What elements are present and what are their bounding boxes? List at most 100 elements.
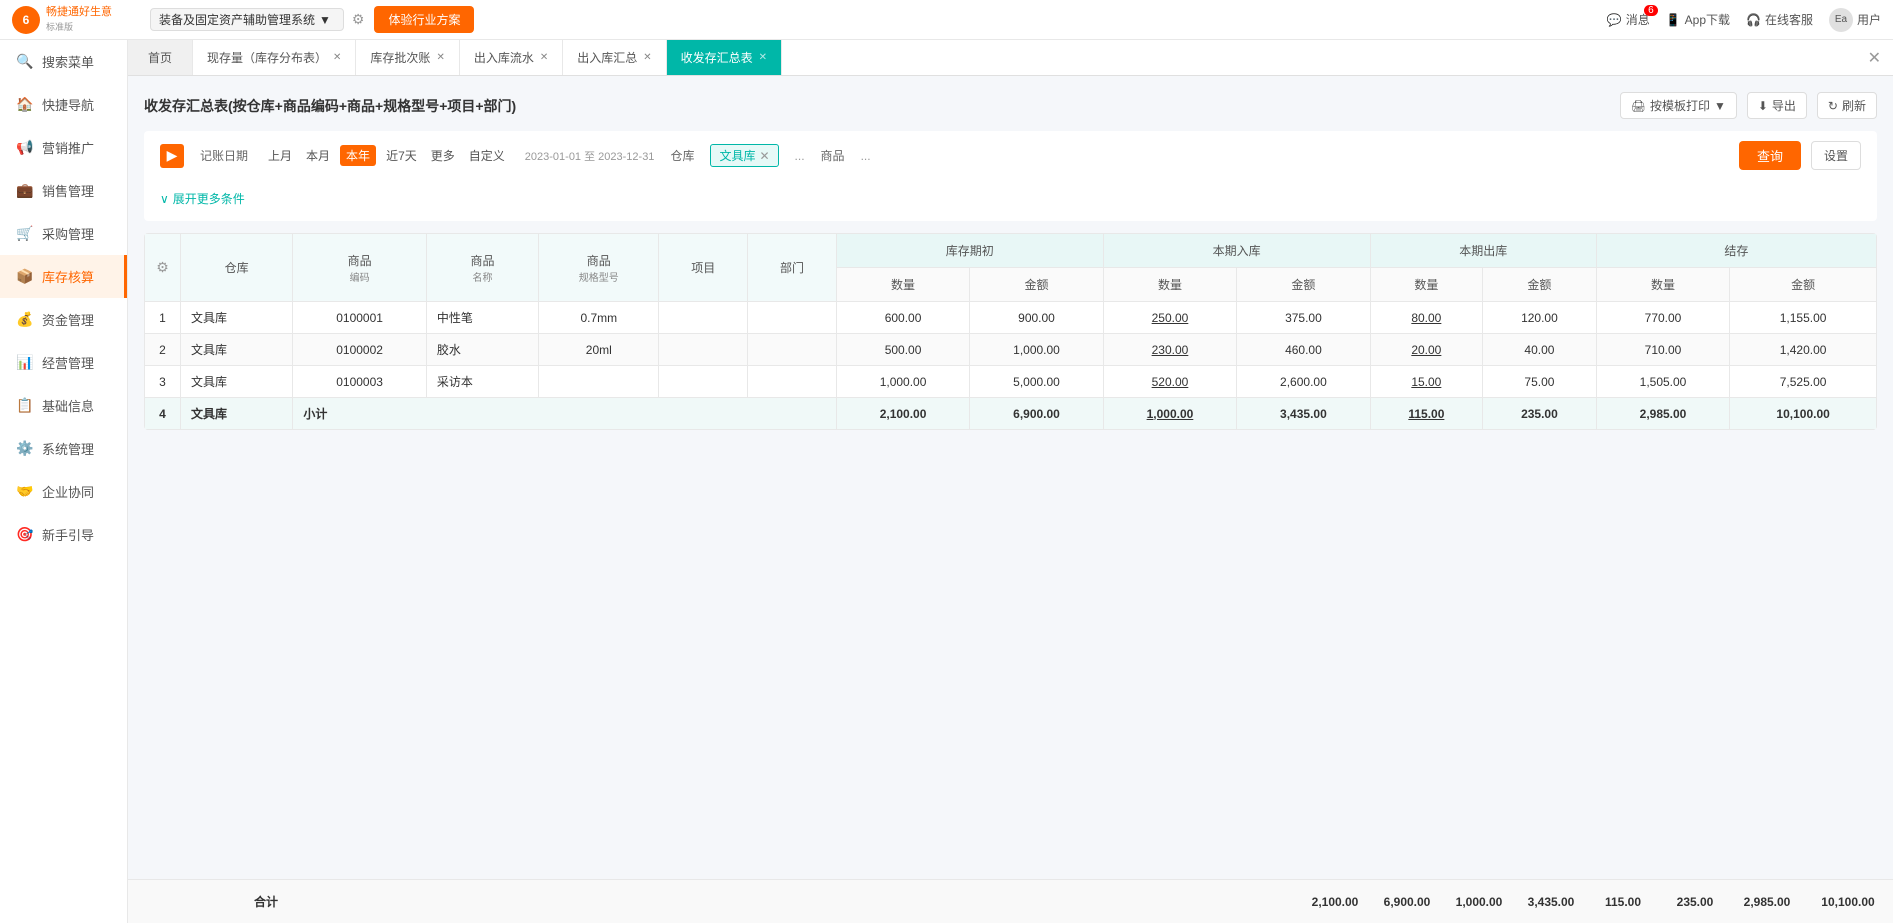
sidebar-label-operation: 经营管理 <box>42 353 94 372</box>
sidebar-item-search[interactable]: 🔍 搜索菜单 <box>0 40 127 83</box>
column-settings-icon[interactable]: ⚙ <box>156 259 169 275</box>
row2-dept <box>748 334 837 366</box>
page-title: 收发存汇总表(按仓库+商品编码+商品+规格型号+项目+部门) <box>144 96 516 116</box>
tab-home[interactable]: 首页 <box>128 40 193 76</box>
sidebar-item-operation[interactable]: 📊 经营管理 <box>0 341 127 384</box>
expand-more-button[interactable]: ∨ 展开更多条件 <box>160 190 245 207</box>
sidebar-label-quick: 快捷导航 <box>42 95 94 114</box>
th-goods-name: 商品名称 <box>426 234 538 302</box>
print-button[interactable]: 🖨 按模板打印 ▼ <box>1620 92 1737 119</box>
close-icon[interactable]: ✕ <box>540 52 548 63</box>
total-label: 合计 <box>244 886 1299 917</box>
filter-expand-button[interactable]: ▶ <box>160 144 184 168</box>
sales-icon: 💼 <box>16 182 34 200</box>
sidebar-label-sales: 销售管理 <box>42 181 94 200</box>
sidebar-item-purchase[interactable]: 🛒 采购管理 <box>0 212 127 255</box>
close-icon[interactable]: ✕ <box>759 52 767 63</box>
subtotal-close-qty: 2,985.00 <box>1596 398 1729 430</box>
sidebar-item-cooperation[interactable]: 🤝 企业协同 <box>0 470 127 513</box>
trial-button[interactable]: 体验行业方案 <box>374 6 474 33</box>
app-version: 标准版 <box>46 20 112 33</box>
tab-stock-dist[interactable]: 现存量（库存分布表） ✕ <box>193 40 356 76</box>
print-icon: 🖨 <box>1631 99 1646 113</box>
th-open-qty: 数量 <box>836 268 969 302</box>
messages-item[interactable]: 💬 消息 6 <box>1607 11 1650 28</box>
row1-in-qty[interactable]: 250.00 <box>1103 302 1236 334</box>
subtotal-out-qty[interactable]: 115.00 <box>1370 398 1482 430</box>
main-content: 首页 现存量（库存分布表） ✕ 库存批次账 ✕ 出入库流水 ✕ 出入库汇总 ✕ … <box>128 40 1893 923</box>
goods-more[interactable]: ... <box>861 149 871 163</box>
query-button[interactable]: 查询 <box>1739 141 1801 170</box>
th-goods-spec: 商品规格型号 <box>539 234 659 302</box>
data-table: ⚙ 仓库 商品编码 商品名称 商品规格型号 项目 部门 库存期初 本期入库 本期… <box>144 233 1877 430</box>
filter-settings-button[interactable]: 设置 <box>1811 141 1861 170</box>
row3-project <box>659 366 748 398</box>
row3-close-qty: 1,505.00 <box>1596 366 1729 398</box>
th-settings: ⚙ <box>145 234 181 302</box>
tab-inout-flow-label: 出入库流水 <box>474 49 534 66</box>
app-download-item[interactable]: 📱 App下载 <box>1666 11 1730 28</box>
total-empty1 <box>128 886 164 917</box>
expand-more-row: ∨ 展开更多条件 <box>160 186 245 211</box>
online-service-item[interactable]: 🎧 在线客服 <box>1746 11 1813 28</box>
row3-no: 3 <box>145 366 181 398</box>
phone-icon: 📱 <box>1666 13 1681 27</box>
row2-out-amt: 40.00 <box>1483 334 1597 366</box>
subtotal-row: 4 文具库 小计 2,100.00 6,900.00 1,000.00 3,43… <box>145 398 1877 430</box>
row2-in-qty[interactable]: 230.00 <box>1103 334 1236 366</box>
row1-in-amt: 375.00 <box>1237 302 1370 334</box>
row1-close-qty: 770.00 <box>1596 302 1729 334</box>
row2-out-qty[interactable]: 20.00 <box>1370 334 1482 366</box>
sidebar-item-newbie[interactable]: 🎯 新手引导 <box>0 513 127 556</box>
top-bar: 6 畅捷通好生意 标准版 装备及固定资产辅助管理系统 ▼ ⚙ 体验行业方案 💬 … <box>0 0 1893 40</box>
system-selector[interactable]: 装备及固定资产辅助管理系统 ▼ <box>150 8 344 31</box>
export-label: 导出 <box>1772 97 1796 114</box>
tab-inout-summary[interactable]: 出入库汇总 ✕ <box>563 40 666 76</box>
sidebar-label-finance: 资金管理 <box>42 310 94 329</box>
row1-code: 0100001 <box>293 302 426 334</box>
operation-icon: 📊 <box>16 354 34 372</box>
row3-in-qty[interactable]: 520.00 <box>1103 366 1236 398</box>
custom-date-btn[interactable]: 自定义 <box>465 145 509 166</box>
headset-icon: 🎧 <box>1746 13 1761 27</box>
refresh-button[interactable]: ↻ 刷新 <box>1817 92 1877 119</box>
close-icon[interactable]: ✕ <box>643 52 651 63</box>
sidebar-item-basic[interactable]: 📋 基础信息 <box>0 384 127 427</box>
subtotal-warehouse: 文具库 <box>181 398 293 430</box>
row3-out-qty[interactable]: 15.00 <box>1370 366 1482 398</box>
tab-inout-flow[interactable]: 出入库流水 ✕ <box>460 40 563 76</box>
row1-out-qty[interactable]: 80.00 <box>1370 302 1482 334</box>
sidebar-label-newbie: 新手引导 <box>42 525 94 544</box>
expand-more-icon: ∨ <box>160 192 169 206</box>
user-item[interactable]: Ea 用户 <box>1829 8 1881 32</box>
app-download-label: App下载 <box>1685 11 1730 28</box>
tab-receive-summary[interactable]: 收发存汇总表 ✕ <box>667 40 782 76</box>
sidebar-item-marketing[interactable]: 📢 营销推广 <box>0 126 127 169</box>
more-date-btn[interactable]: 更多 <box>427 145 459 166</box>
settings-icon[interactable]: ⚙ <box>352 11 365 28</box>
warehouse-more[interactable]: ... <box>795 149 805 163</box>
tabs-close-all[interactable]: ✕ <box>1856 48 1893 68</box>
total-close-amt: 10,100.00 <box>1803 886 1893 917</box>
page-actions: 🖨 按模板打印 ▼ ⬇ 导出 ↻ 刷新 <box>1620 92 1877 119</box>
warehouse-tag-remove[interactable]: ✕ <box>759 149 769 163</box>
sidebar-item-finance[interactable]: 💰 资金管理 <box>0 298 127 341</box>
close-icon[interactable]: ✕ <box>436 52 444 63</box>
avatar-text: Ea <box>1835 14 1847 25</box>
subtotal-open-amt: 6,900.00 <box>970 398 1103 430</box>
close-icon[interactable]: ✕ <box>333 52 341 63</box>
last-7days-btn[interactable]: 近7天 <box>382 145 421 166</box>
sidebar-item-sales[interactable]: 💼 销售管理 <box>0 169 127 212</box>
sidebar-item-inventory[interactable]: 📦 库存核算 <box>0 255 127 298</box>
search-icon: 🔍 <box>16 53 34 71</box>
row2-in-amt: 460.00 <box>1237 334 1370 366</box>
subtotal-in-qty[interactable]: 1,000.00 <box>1103 398 1236 430</box>
sidebar-item-system[interactable]: ⚙️ 系统管理 <box>0 427 127 470</box>
this-month-btn[interactable]: 本月 <box>302 145 334 166</box>
export-button[interactable]: ⬇ 导出 <box>1747 92 1807 119</box>
this-year-btn[interactable]: 本年 <box>340 145 376 166</box>
tab-batch-label: 库存批次账 <box>370 49 430 66</box>
tab-batch[interactable]: 库存批次账 ✕ <box>356 40 459 76</box>
last-month-btn[interactable]: 上月 <box>264 145 296 166</box>
sidebar-item-quick[interactable]: 🏠 快捷导航 <box>0 83 127 126</box>
